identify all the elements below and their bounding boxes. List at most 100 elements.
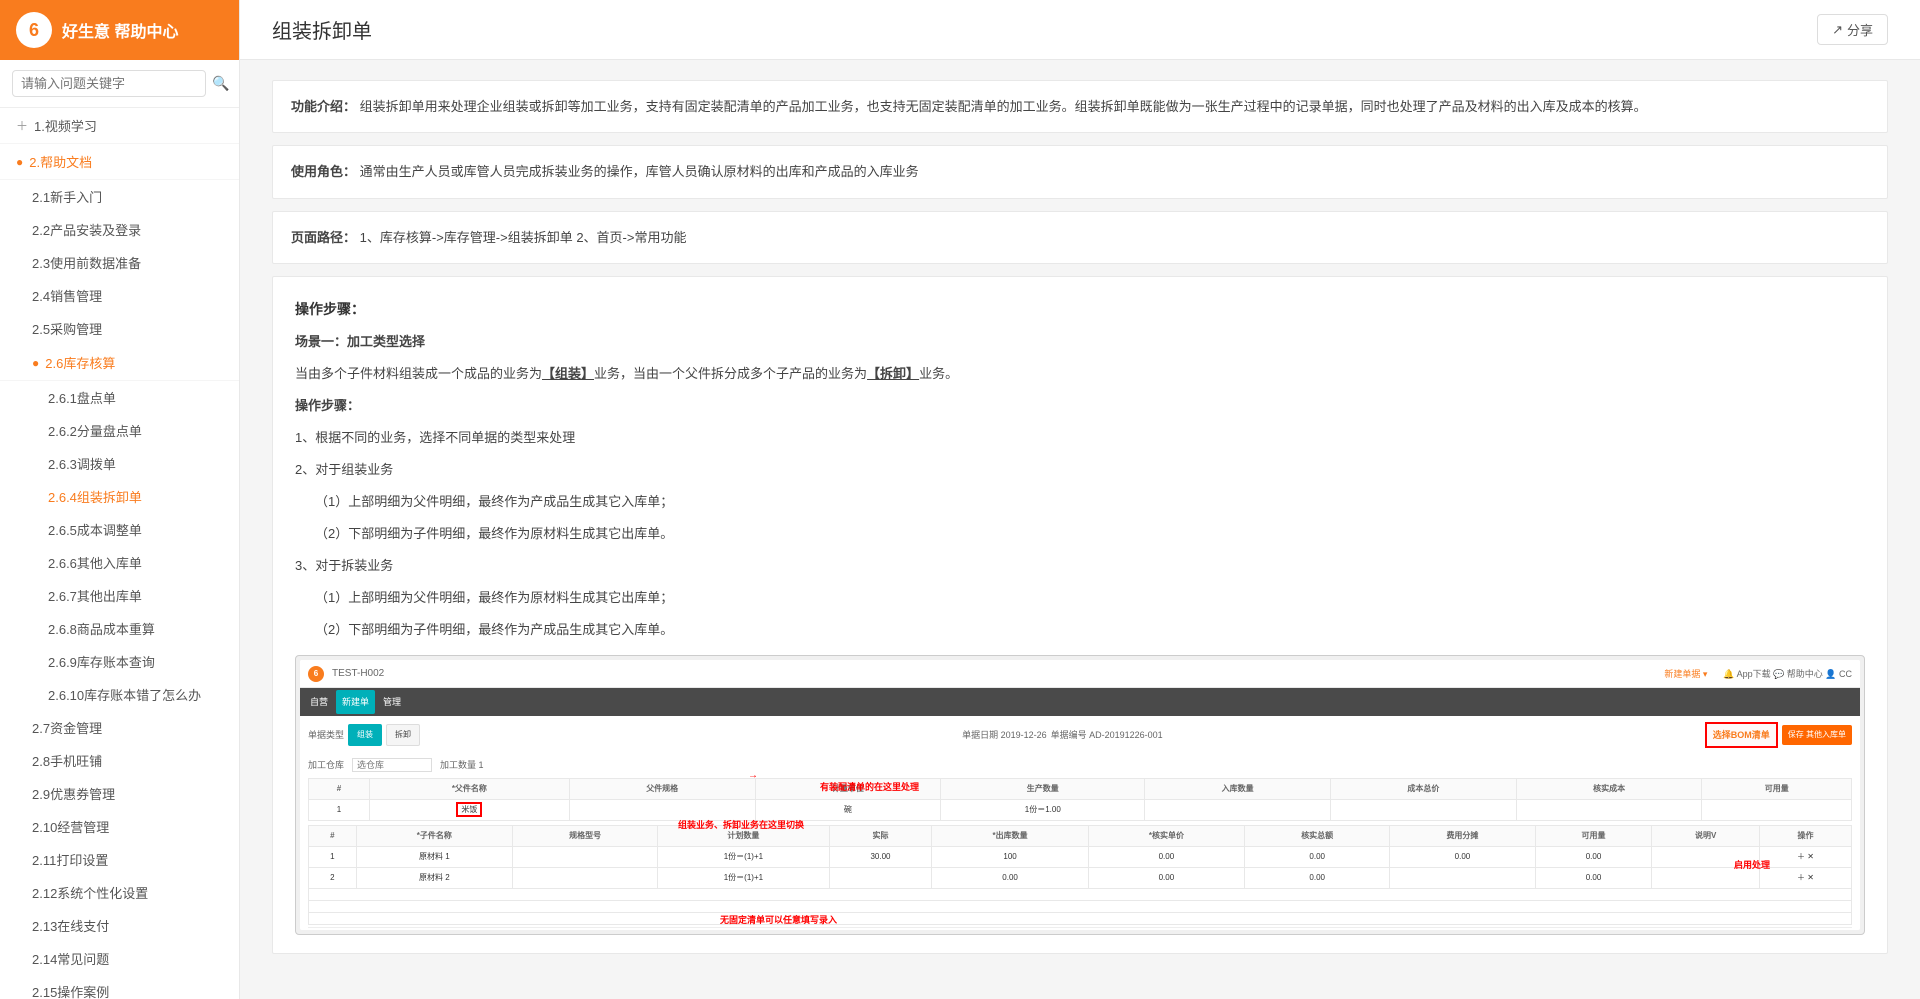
sidebar-item-cost-adjust[interactable]: 2.6.5成本调整单 [0, 513, 239, 546]
step-2-2: （2）下部明细为子件明细，最终作为原材料生成其它出库单。 [295, 521, 1865, 547]
content-area: 功能介绍： 组装拆卸单用来处理企业组装或拆卸等加工业务，支持有固定装配清单的产品… [240, 60, 1920, 999]
path-text: 1、库存核算->库存管理->组装拆卸单 2、首页->常用功能 [360, 230, 687, 245]
sidebar-item-label: 1.视频学习 [34, 116, 97, 135]
sidebar-item-label: 2.帮助文档 [29, 152, 92, 171]
ss-doctype-label: 单据类型 [308, 726, 344, 744]
minus-icon: ● [16, 155, 23, 169]
minus-icon-inv: ● [32, 356, 39, 370]
sidebar-item-other-in[interactable]: 2.6.6其他入库单 [0, 546, 239, 579]
ss-nav-new: 新建单 [336, 690, 375, 714]
ss-tab-assembly: 组装 [348, 724, 382, 746]
ss-navbar: 自营 新建单 管理 [300, 688, 1860, 716]
step-1: 1、根据不同的业务，选择不同单据的类型来处理 [295, 425, 1865, 451]
search-box: 🔍 [0, 60, 239, 108]
scene-desc: 当由多个子件材料组装成一个成品的业务为【组装】业务，当由一个父件拆分成多个子产品… [295, 361, 1865, 387]
sidebar-item-cost-recalc[interactable]: 2.6.8商品成本重算 [0, 612, 239, 645]
sidebar-item-partial-stocktake[interactable]: 2.6.2分量盘点单 [0, 414, 239, 447]
step-2-1: （1）上部明细为父件明细，最终作为产成品生成其它入库单； [295, 489, 1865, 515]
ss-logo: 6 [308, 666, 324, 682]
sidebar-item-print[interactable]: 2.11打印设置 [0, 843, 239, 876]
ss-date-label: 单据日期 2019-12-26 [962, 726, 1047, 744]
path-block: 页面路径： 1、库存核算->库存管理->组装拆卸单 2、首页->常用功能 [272, 211, 1888, 264]
ss-qty-label: 加工数量 1 [440, 756, 484, 774]
ss-nav-home: 自营 [304, 690, 334, 714]
sidebar: 6 好生意 帮助中心 🔍 ＋ 1.视频学习 ● 2.帮助文档 2.1新手入门 2… [0, 0, 240, 999]
annotation-2: 组装业务、拆卸业务在这里切换 [678, 816, 804, 834]
screenshot-wrapper: 6 TEST-H002 新建单据 ▾ 🔔 App下载 💬 帮助中心 👤 CC 自… [295, 655, 1865, 935]
annotation-4: 无固定清单可以任意填写录入 [720, 911, 837, 929]
sidebar-item-label: 2.6库存核算 [45, 353, 115, 372]
share-button[interactable]: ↗ 分享 [1817, 14, 1888, 45]
ss-test-id: TEST-H002 [332, 664, 384, 684]
plus-icon: ＋ [16, 117, 28, 134]
app-title: 好生意 帮助中心 [62, 18, 178, 42]
sidebar-item-other-out[interactable]: 2.6.7其他出库单 [0, 579, 239, 612]
sidebar-item-helpdoc[interactable]: ● 2.帮助文档 [0, 144, 239, 180]
logo-icon: 6 [16, 12, 52, 48]
ss-parent-table: # *父件名称 父件规格 计量单位 生产数量 入库数量 成本总价 核实成本 可用… [308, 778, 1852, 821]
ss-nav-manage: 管理 [377, 690, 407, 714]
ss-warehouse-label: 加工仓库 [308, 756, 344, 774]
sidebar-item-pay[interactable]: 2.13在线支付 [0, 909, 239, 942]
search-icon[interactable]: 🔍 [212, 75, 229, 92]
ops-block: 操作步骤： 场景一：加工类型选择 当由多个子件材料组装成一个成品的业务为【组装】… [272, 276, 1888, 954]
ss-col-qty: 生产数量 [941, 779, 1145, 800]
annotation-1: 有装配清单的在这里处理 [820, 778, 919, 796]
sidebar-item-cases[interactable]: 2.15操作案例 [0, 975, 239, 999]
sidebar-item-purchase[interactable]: 2.5采购管理 [0, 312, 239, 345]
ss-col-name: *父件名称 [369, 779, 569, 800]
sidebar-item-mgmt[interactable]: 2.10经营管理 [0, 810, 239, 843]
ss-bom-btn: 选择BOM清单 [1705, 722, 1778, 748]
role-text: 通常由生产人员或库管人员完成拆装业务的操作，库管人员确认原材料的出库和产成品的入… [360, 164, 919, 179]
step-3: 3、对于拆装业务 [295, 553, 1865, 579]
ss-child-table: # *子件名称 规格型号 计划数量 实际 *出库数量 *核实单价 核实总额 费用… [308, 825, 1852, 925]
sidebar-item-transfer[interactable]: 2.6.3调拨单 [0, 447, 239, 480]
search-input[interactable] [12, 70, 206, 97]
ss-col-avail: 可用量 [1702, 779, 1852, 800]
steps-title: 操作步骤： [295, 393, 1865, 419]
ops-title: 操作步骤： [295, 295, 1865, 323]
sidebar-item-inventory[interactable]: ● 2.6库存核算 [0, 345, 239, 381]
sidebar-item-sales[interactable]: 2.4销售管理 [0, 279, 239, 312]
sidebar-item-install[interactable]: 2.2产品安装及登录 [0, 213, 239, 246]
nav-section: ＋ 1.视频学习 ● 2.帮助文档 2.1新手入门 2.2产品安装及登录 2.3… [0, 108, 239, 999]
sidebar-item-mobile[interactable]: 2.8手机旺铺 [0, 744, 239, 777]
role-block: 使用角色： 通常由生产人员或库管人员完成拆装业务的操作，库管人员确认原材料的出库… [272, 145, 1888, 198]
sidebar-header: 6 好生意 帮助中心 [0, 0, 239, 60]
intro-label: 功能介绍： [291, 99, 356, 114]
sidebar-item-video[interactable]: ＋ 1.视频学习 [0, 108, 239, 144]
sidebar-item-faq[interactable]: 2.14常见问题 [0, 942, 239, 975]
ss-col-actual-cost: 核实成本 [1516, 779, 1702, 800]
ss-top-icons: 🔔 App下载 💬 帮助中心 👤 CC [1723, 665, 1852, 683]
sidebar-item-inv-ledger-fix[interactable]: 2.6.10库存账本错了怎么办 [0, 678, 239, 711]
role-label: 使用角色： [291, 164, 356, 179]
ss-save-btn: 保存 其他入库单 [1782, 725, 1852, 745]
sidebar-item-stocktake[interactable]: 2.6.1盘点单 [0, 381, 239, 414]
sidebar-item-beginner[interactable]: 2.1新手入门 [0, 180, 239, 213]
step-3-1: （1）上部明细为父件明细，最终作为原材料生成其它出库单； [295, 585, 1865, 611]
sidebar-item-coupon[interactable]: 2.9优惠券管理 [0, 777, 239, 810]
screenshot: 6 TEST-H002 新建单据 ▾ 🔔 App下载 💬 帮助中心 👤 CC 自… [300, 660, 1860, 930]
ss-form: 单据类型 组装 拆卸 单据日期 2019-12-26 单据编号 AD-20191… [300, 716, 1860, 930]
main-content: 组装拆卸单 ↗ 分享 功能介绍： 组装拆卸单用来处理企业组装或拆卸等加工业务，支… [240, 0, 1920, 999]
annotation-3: 启用处理 [1734, 856, 1770, 874]
sidebar-item-finance[interactable]: 2.7资金管理 [0, 711, 239, 744]
ss-col-sku: 父件规格 [569, 779, 755, 800]
ss-topbar: 6 TEST-H002 新建单据 ▾ 🔔 App下载 💬 帮助中心 👤 CC [300, 660, 1860, 688]
intro-text: 组装拆卸单用来处理企业组装或拆卸等加工业务，支持有固定装配清单的产品加工业务，也… [360, 99, 1647, 114]
path-label: 页面路径： [291, 230, 356, 245]
sidebar-item-assembly[interactable]: 2.6.4组装拆卸单 [0, 480, 239, 513]
sidebar-item-inv-ledger[interactable]: 2.6.9库存账本查询 [0, 645, 239, 678]
ss-col-cost: 成本总价 [1331, 779, 1517, 800]
sidebar-item-data-prep[interactable]: 2.3使用前数据准备 [0, 246, 239, 279]
page-title: 组装拆卸单 [272, 15, 372, 44]
ss-tab-disassembly: 拆卸 [386, 724, 420, 746]
intro-block: 功能介绍： 组装拆卸单用来处理企业组装或拆卸等加工业务，支持有固定装配清单的产品… [272, 80, 1888, 133]
step-2: 2、对于组装业务 [295, 457, 1865, 483]
scene-title: 场景一：加工类型选择 [295, 329, 1865, 355]
arrow-1: → [748, 766, 758, 786]
ss-docno-label: 单据编号 AD-20191226-001 [1051, 726, 1163, 744]
ss-warehouse-input[interactable] [352, 758, 432, 772]
ss-col-no: # [309, 779, 370, 800]
sidebar-item-custom[interactable]: 2.12系统个性化设置 [0, 876, 239, 909]
